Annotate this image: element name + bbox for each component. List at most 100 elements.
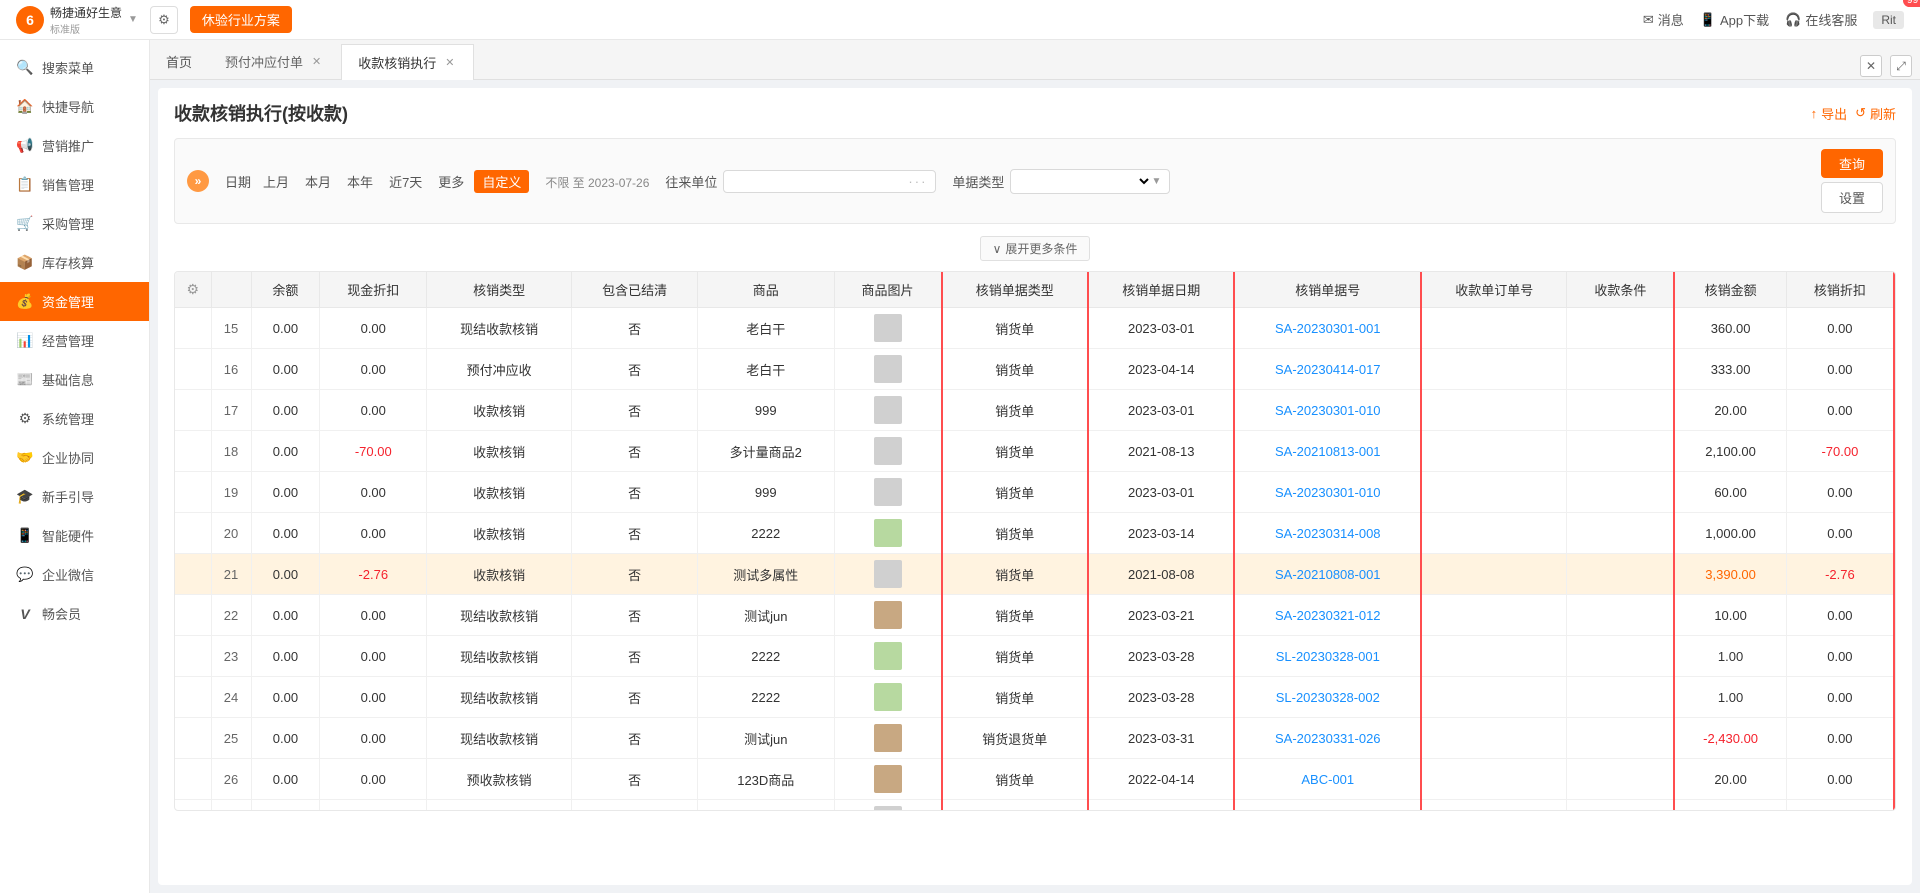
order-type-select[interactable]	[1019, 173, 1151, 190]
tab-receipt[interactable]: 收款核销执行 ✕	[341, 44, 474, 80]
col-receipt-cond-cell	[1567, 431, 1675, 472]
tab-prepay[interactable]: 预付冲应付单 ✕	[208, 43, 341, 79]
sidebar-item-member[interactable]: V 畅会员	[0, 594, 149, 633]
date-jin7[interactable]: 近7天	[383, 170, 428, 193]
expand-more-button[interactable]: ∨ 展开更多条件	[980, 236, 1091, 261]
sidebar-item-nav[interactable]: 🏠 快捷导航	[0, 87, 149, 126]
col-cash-discount-header: 现金折扣	[320, 272, 427, 308]
partner-dots[interactable]: ···	[908, 174, 927, 189]
tab-receipt-close[interactable]: ✕	[442, 55, 457, 70]
sidebar-item-inventory[interactable]: 📦 库存核算	[0, 243, 149, 282]
col-receipt-cond-cell	[1567, 800, 1675, 812]
tab-close-all-button[interactable]: ✕	[1860, 55, 1882, 77]
filter-settings-button[interactable]: 设置	[1821, 182, 1883, 213]
col-settings-header[interactable]: ⚙	[175, 272, 211, 308]
col-cancel-discount-cell: -70.00	[1786, 431, 1894, 472]
refresh-icon: ↺	[1855, 105, 1866, 121]
col-settings-cell	[175, 718, 211, 759]
date-geng[interactable]: 更多	[432, 170, 470, 193]
sidebar: 🔍 搜索菜单 🏠 快捷导航 📢 营销推广 📋 销售管理 🛒 采购管理 📦 库存核…	[0, 40, 150, 893]
col-balance-cell: 0.00	[251, 472, 320, 513]
message-label: 消息	[1658, 10, 1684, 29]
col-bill-no-cell[interactable]: SA-20230331-026	[1234, 718, 1421, 759]
col-bill-no-cell[interactable]: SA-20230314-008	[1234, 513, 1421, 554]
table-row: 24 0.00 0.00 现结收款核销 否 2222 销货单 2023-03-2…	[175, 677, 1894, 718]
col-bill-no-cell[interactable]: SA-20210808-001	[1234, 554, 1421, 595]
sidebar-item-label: 营销推广	[42, 136, 94, 155]
industry-button[interactable]: 休验行业方案	[190, 6, 292, 33]
col-goods-cell: 999	[698, 390, 834, 431]
col-bill-no-cell[interactable]: SA-20230301-010	[1234, 390, 1421, 431]
sidebar-item-purchase[interactable]: 🛒 采购管理	[0, 204, 149, 243]
user-name[interactable]: Rit	[1873, 11, 1904, 29]
col-bill-no-cell[interactable]: SA-20210813-001	[1234, 431, 1421, 472]
col-bill-no-cell[interactable]: SA-20230301-001	[1234, 308, 1421, 349]
online-service-button[interactable]: 🎧 在线客服	[1785, 10, 1857, 29]
sidebar-item-sales[interactable]: 📋 销售管理	[0, 165, 149, 204]
table-row: 20 0.00 0.00 收款核销 否 2222 销货单 2023-03-14 …	[175, 513, 1894, 554]
partner-input-wrap: ···	[723, 170, 936, 193]
filter-expand-button[interactable]: »	[187, 170, 209, 192]
sidebar-item-operation[interactable]: 📊 经营管理	[0, 321, 149, 360]
col-bill-no-cell[interactable]: SL-20230328-002	[1234, 677, 1421, 718]
col-bill-date-cell: 2023-03-31	[1088, 718, 1234, 759]
sidebar-item-finance[interactable]: 💰 资金管理	[0, 282, 149, 321]
col-balance-cell: 0.00	[251, 431, 320, 472]
col-cash-discount-cell: 0.00	[320, 759, 427, 800]
operation-icon: 📊	[16, 332, 34, 350]
main-area: 首页 预付冲应付单 ✕ 收款核销执行 ✕ ✕ ⤢ 收款核销执行(按收款)	[150, 40, 1920, 893]
date-ben[interactable]: 本月	[299, 170, 337, 193]
brand-dropdown-icon[interactable]: ▼	[128, 14, 138, 25]
sidebar-item-basic[interactable]: 📰 基础信息	[0, 360, 149, 399]
date-nian[interactable]: 本年	[341, 170, 379, 193]
col-bill-no-cell[interactable]: SL-20230328-001	[1234, 636, 1421, 677]
col-bill-type-cell: 销货退货单	[942, 718, 1088, 759]
col-num-cell: 18	[211, 431, 251, 472]
col-bill-no-cell[interactable]: ABC-001	[1234, 759, 1421, 800]
col-cash-discount-cell: -70.00	[320, 431, 427, 472]
refresh-button[interactable]: ↺ 刷新	[1855, 104, 1896, 123]
col-goods-img-cell	[834, 472, 942, 513]
sidebar-item-hardware[interactable]: 📱 智能硬件	[0, 516, 149, 555]
filter-date: 日期 上月 本月 本年 近7天 更多 自定义	[225, 170, 529, 193]
app-download-button[interactable]: 📱 App下载	[1700, 10, 1769, 29]
sidebar-item-system[interactable]: ⚙ 系统管理	[0, 399, 149, 438]
table-body: 15 0.00 0.00 现结收款核销 否 老白干 销货单 2023-03-01…	[175, 308, 1894, 812]
export-button[interactable]: ↑ 导出	[1811, 104, 1848, 123]
col-cash-discount-cell: 0.00	[320, 513, 427, 554]
col-balance-cell: 0.00	[251, 554, 320, 595]
sidebar-item-search[interactable]: 🔍 搜索菜单	[0, 48, 149, 87]
tab-prepay-close[interactable]: ✕	[309, 54, 324, 69]
query-button[interactable]: 查询	[1821, 149, 1883, 178]
col-receipt-order-cell	[1421, 677, 1567, 718]
settings-icon[interactable]: ⚙	[150, 6, 178, 34]
col-bill-no-cell[interactable]: SA-20230414-017	[1234, 349, 1421, 390]
message-button[interactable]: ✉ 消息 99+	[1643, 10, 1684, 29]
date-shang[interactable]: 上月	[257, 170, 295, 193]
export-icon: ↑	[1811, 106, 1818, 121]
partner-input[interactable]	[732, 174, 908, 189]
sidebar-item-wechat[interactable]: 💬 企业微信	[0, 555, 149, 594]
sidebar-item-label: 智能硬件	[42, 526, 94, 545]
col-receipt-order-cell	[1421, 554, 1567, 595]
col-include-closed-cell: 否	[572, 390, 698, 431]
sidebar-item-marketing[interactable]: 📢 营销推广	[0, 126, 149, 165]
col-settings-cell	[175, 595, 211, 636]
tab-expand-button[interactable]: ⤢	[1890, 55, 1912, 77]
col-cancel-type-cell: 现结收款核销	[427, 308, 572, 349]
col-cancel-type-cell: 收款核销	[427, 390, 572, 431]
table-row: 16 0.00 0.00 预付冲应收 否 老白干 销货单 2023-04-14 …	[175, 349, 1894, 390]
column-settings-icon[interactable]: ⚙	[186, 281, 199, 297]
col-bill-no-cell[interactable]: SA-20230321-012	[1234, 595, 1421, 636]
sidebar-item-enterprise[interactable]: 🤝 企业协同	[0, 438, 149, 477]
tab-home[interactable]: 首页	[150, 44, 208, 79]
col-bill-no-cell[interactable]: SA-20230301-010	[1234, 472, 1421, 513]
col-bill-date-cell: 2022-04-14	[1088, 759, 1234, 800]
tab-bar-right: ✕ ⤢	[1860, 55, 1920, 79]
col-bill-no-cell[interactable]: SL-20230408-001	[1234, 800, 1421, 812]
sidebar-item-guide[interactable]: 🎓 新手引导	[0, 477, 149, 516]
sidebar-item-label: 基础信息	[42, 370, 94, 389]
col-bill-type-cell: 销货单	[942, 759, 1088, 800]
date-custom[interactable]: 自定义	[474, 170, 529, 193]
col-bill-date-cell: 2023-03-28	[1088, 677, 1234, 718]
